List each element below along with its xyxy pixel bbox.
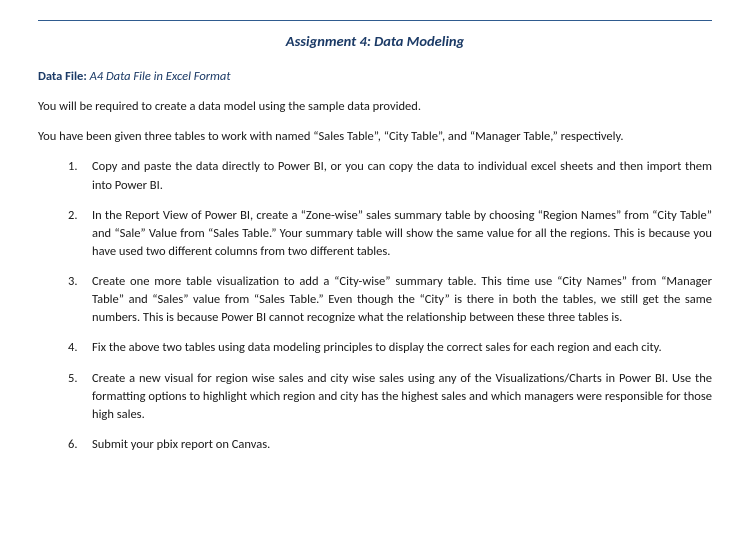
step-item: Create one more table visualization to a… [38,273,712,327]
assignment-title: Assignment 4: Data Modeling [38,31,712,52]
top-horizontal-rule [38,20,712,21]
step-item: Create a new visual for region wise sale… [38,370,712,424]
intro-paragraph-2: You have been given three tables to work… [38,128,712,146]
step-item: In the Report View of Power BI, create a… [38,207,712,261]
step-item: Copy and paste the data directly to Powe… [38,158,712,194]
data-file-line: Data File: A4 Data File in Excel Format [38,68,712,86]
intro-paragraph-1: You will be required to create a data mo… [38,98,712,116]
step-item: Submit your pbix report on Canvas. [38,436,712,454]
steps-list: Copy and paste the data directly to Powe… [38,158,712,454]
data-file-label: Data File: [38,69,87,84]
step-item: Fix the above two tables using data mode… [38,339,712,357]
data-file-value: A4 Data File in Excel Format [90,69,231,84]
